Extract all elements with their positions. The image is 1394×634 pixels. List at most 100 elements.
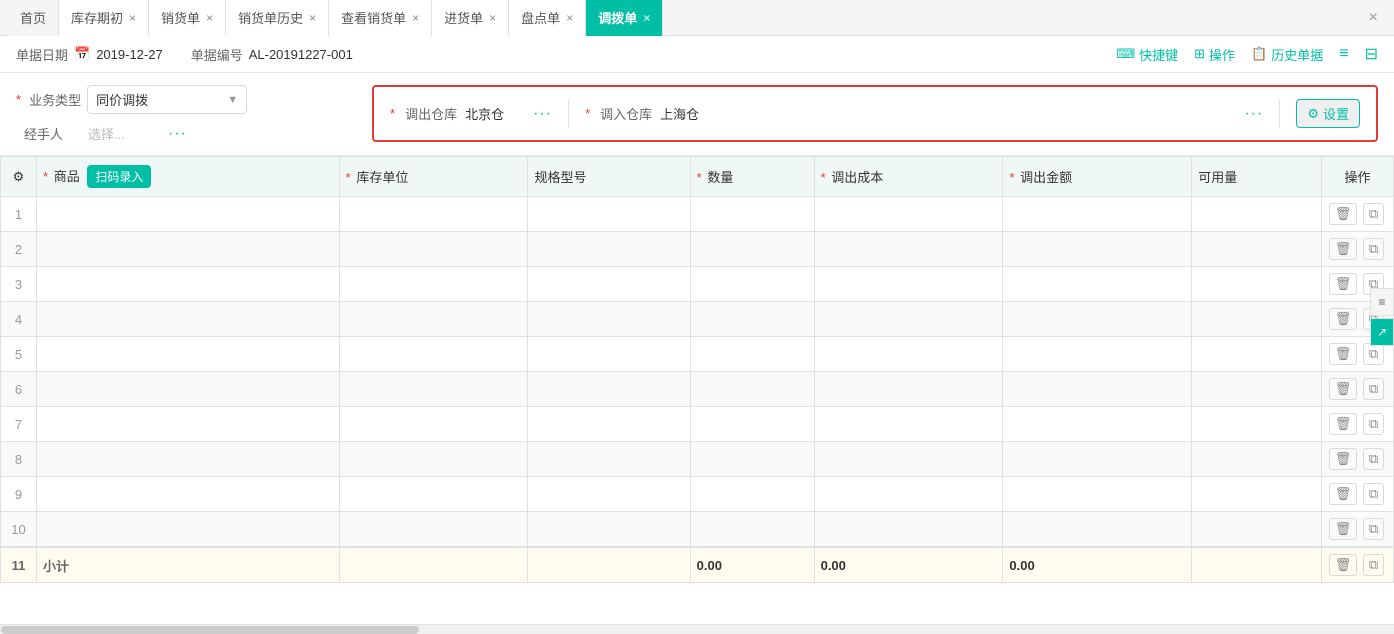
cost-cell[interactable]	[814, 477, 1003, 512]
amount-cell[interactable]	[1003, 477, 1192, 512]
available-cell[interactable]	[1192, 442, 1322, 477]
scrollbar-thumb[interactable]	[1, 626, 419, 634]
copy-row-btn[interactable]: ⧉	[1363, 518, 1384, 540]
tab-inventory-check[interactable]: 盘点单 ×	[509, 0, 586, 36]
amount-cell[interactable]	[1003, 442, 1192, 477]
unit-cell[interactable]	[339, 407, 528, 442]
in-warehouse-more-btn[interactable]: ···	[1244, 105, 1263, 123]
delete-row-btn[interactable]: 🗑	[1329, 413, 1358, 435]
calendar-icon[interactable]: 📅	[74, 46, 90, 62]
unit-cell[interactable]	[339, 512, 528, 548]
product-cell[interactable]	[37, 372, 340, 407]
available-cell[interactable]	[1192, 477, 1322, 512]
tab-sales-order[interactable]: 销货单 ×	[149, 0, 226, 36]
right-float-list-btn[interactable]: ≡	[1370, 288, 1394, 316]
amount-cell[interactable]	[1003, 197, 1192, 232]
qty-cell[interactable]	[690, 442, 814, 477]
qty-cell[interactable]	[690, 407, 814, 442]
spec-cell[interactable]	[528, 477, 690, 512]
qty-cell[interactable]	[690, 337, 814, 372]
tab-purchase[interactable]: 进货单 ×	[432, 0, 509, 36]
unit-cell[interactable]	[339, 337, 528, 372]
unit-cell[interactable]	[339, 197, 528, 232]
cost-cell[interactable]	[814, 302, 1003, 337]
delete-row-btn[interactable]: 🗑	[1329, 554, 1358, 576]
unit-cell[interactable]	[339, 442, 528, 477]
copy-row-btn[interactable]: ⧉	[1363, 238, 1384, 260]
delete-row-btn[interactable]: 🗑	[1329, 308, 1358, 330]
tab-sales-history-close[interactable]: ×	[309, 11, 316, 25]
product-cell[interactable]	[37, 197, 340, 232]
amount-cell[interactable]	[1003, 512, 1192, 548]
operations-btn[interactable]: ⊞ 操作	[1194, 45, 1235, 64]
settings-button[interactable]: ⚙ 设置	[1296, 99, 1360, 128]
spec-cell[interactable]	[528, 512, 690, 548]
available-cell[interactable]	[1192, 407, 1322, 442]
qty-cell[interactable]	[690, 197, 814, 232]
unit-cell[interactable]	[339, 232, 528, 267]
cost-cell[interactable]	[814, 372, 1003, 407]
amount-cell[interactable]	[1003, 302, 1192, 337]
copy-row-btn[interactable]: ⧉	[1363, 203, 1384, 225]
amount-cell[interactable]	[1003, 232, 1192, 267]
spec-cell[interactable]	[528, 197, 690, 232]
tab-sales-order-close[interactable]: ×	[206, 11, 213, 25]
biz-type-dropdown[interactable]: 同价调拨 ▼	[87, 85, 247, 114]
spec-cell[interactable]	[528, 372, 690, 407]
cost-cell[interactable]	[814, 267, 1003, 302]
copy-row-btn[interactable]: ⧉	[1363, 483, 1384, 505]
product-cell[interactable]	[37, 407, 340, 442]
tab-view-sales[interactable]: 查看销货单 ×	[329, 0, 432, 36]
qty-cell[interactable]	[690, 232, 814, 267]
copy-row-btn[interactable]: ⧉	[1363, 448, 1384, 470]
unit-cell[interactable]	[339, 302, 528, 337]
person-input[interactable]: 选择...	[82, 124, 162, 143]
cost-cell[interactable]	[814, 197, 1003, 232]
delete-row-btn[interactable]: 🗑	[1329, 518, 1358, 540]
spec-cell[interactable]	[528, 337, 690, 372]
amount-cell[interactable]	[1003, 267, 1192, 302]
tab-sales-history[interactable]: 销货单历史 ×	[226, 0, 329, 36]
delete-row-btn[interactable]: 🗑	[1329, 483, 1358, 505]
tab-home[interactable]: 首页	[8, 0, 59, 36]
available-cell[interactable]	[1192, 372, 1322, 407]
unit-cell[interactable]	[339, 267, 528, 302]
col-settings[interactable]: ⚙	[1, 157, 37, 197]
product-cell[interactable]	[37, 512, 340, 548]
spec-cell[interactable]	[528, 407, 690, 442]
delete-row-btn[interactable]: 🗑	[1329, 343, 1358, 365]
amount-cell[interactable]	[1003, 407, 1192, 442]
delete-row-btn[interactable]: 🗑	[1329, 238, 1358, 260]
window-close-button[interactable]: ×	[1361, 9, 1386, 27]
list-view-btn[interactable]: ≡	[1339, 45, 1348, 63]
tab-inventory-init[interactable]: 库存期初 ×	[59, 0, 149, 36]
qty-cell[interactable]	[690, 477, 814, 512]
grid-view-btn[interactable]: ⊟	[1365, 44, 1378, 64]
available-cell[interactable]	[1192, 512, 1322, 548]
tab-transfer[interactable]: 调拨单 ×	[586, 0, 663, 36]
product-cell[interactable]	[37, 477, 340, 512]
delete-row-btn[interactable]: 🗑	[1329, 448, 1358, 470]
copy-row-btn[interactable]: ⧉	[1363, 343, 1384, 365]
qty-cell[interactable]	[690, 302, 814, 337]
available-cell[interactable]	[1192, 337, 1322, 372]
out-warehouse-more-btn[interactable]: ···	[533, 105, 552, 123]
cost-cell[interactable]	[814, 512, 1003, 548]
right-float-external-btn[interactable]: ↗	[1370, 318, 1394, 346]
history-btn[interactable]: 📋 历史单据	[1251, 45, 1323, 64]
spec-cell[interactable]	[528, 232, 690, 267]
tab-inventory-init-close[interactable]: ×	[129, 11, 136, 25]
scan-button[interactable]: 扫码录入	[87, 165, 151, 188]
cost-cell[interactable]	[814, 442, 1003, 477]
product-cell[interactable]	[37, 442, 340, 477]
qty-cell[interactable]	[690, 267, 814, 302]
available-cell[interactable]	[1192, 232, 1322, 267]
copy-row-btn[interactable]: ⧉	[1363, 378, 1384, 400]
product-cell[interactable]	[37, 267, 340, 302]
product-cell[interactable]	[37, 302, 340, 337]
tab-view-sales-close[interactable]: ×	[412, 11, 419, 25]
unit-cell[interactable]	[339, 372, 528, 407]
cost-cell[interactable]	[814, 232, 1003, 267]
qty-cell[interactable]	[690, 372, 814, 407]
spec-cell[interactable]	[528, 302, 690, 337]
